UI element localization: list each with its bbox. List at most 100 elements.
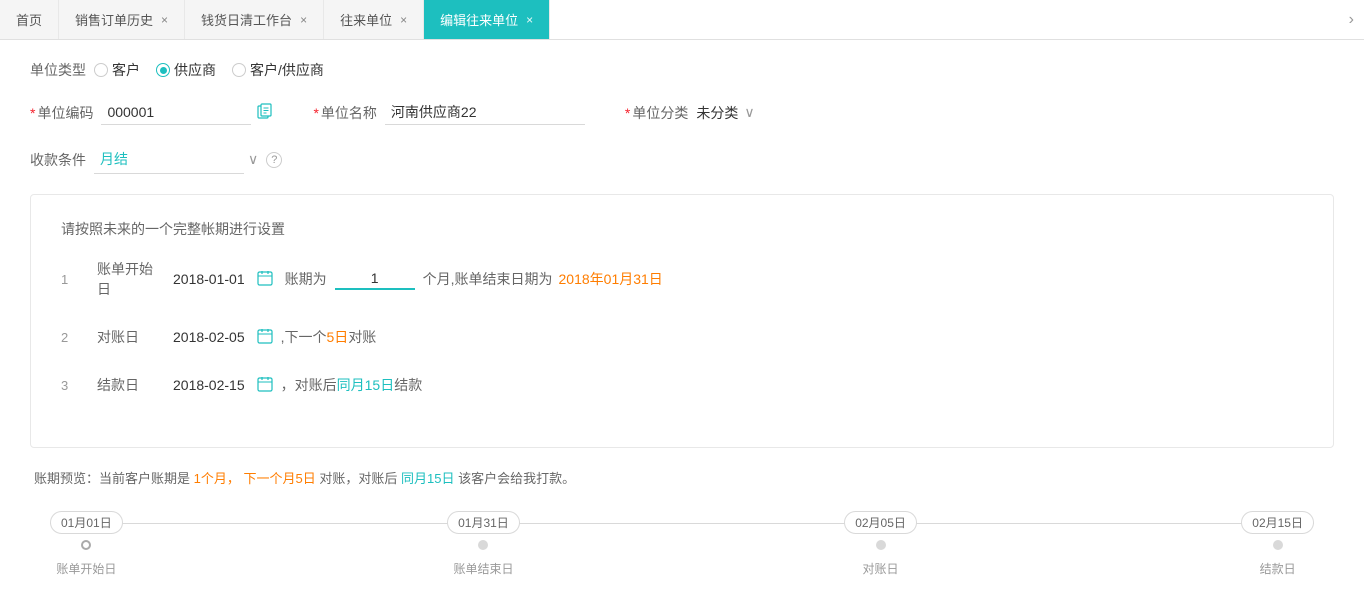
radio-both[interactable]: 客户/供应商 (232, 60, 324, 80)
preview-part3: 对账，对账后 (319, 471, 397, 486)
tab-home[interactable]: 首页 (0, 0, 59, 39)
radio-supplier[interactable]: 供应商 (156, 60, 216, 80)
tabs-scroll-arrow[interactable]: › (1339, 11, 1364, 29)
timeline-badge-3: 02月15日 (1241, 511, 1314, 534)
radio-customer[interactable]: 客户 (94, 60, 140, 80)
payment-select-value: 月结 (94, 145, 244, 174)
timeline-dot-0 (81, 540, 91, 550)
timeline-nodes: 01月01日 账单开始日 01月31日 账单结束日 02月05日 对账日 02月… (50, 511, 1314, 577)
row-date-3: 2018-02-15 (173, 377, 245, 393)
tab-edit-partner-close[interactable]: × (526, 13, 533, 27)
tab-partner[interactable]: 往来单位 × (324, 0, 424, 39)
tab-partner-label: 往来单位 (340, 10, 392, 29)
radio-supplier-label: 供应商 (174, 60, 216, 80)
classify-dropdown-arrow[interactable]: ∨ (744, 104, 754, 121)
unit-classify-label: 单位分类 (632, 103, 688, 123)
timeline-label-0: 账单开始日 (56, 560, 116, 577)
unit-code-label: 单位编码 (37, 103, 93, 123)
preview-part2: 下一个月5日 (244, 471, 316, 486)
row-label-1: 账单开始日 (97, 259, 157, 299)
payment-select-group: 月结 ∨ (94, 145, 258, 174)
code-name-classify-row: * 单位编码 * 单位名称 * 单位分类 未分类 ∨ (30, 100, 1334, 125)
row-num-1: 1 (61, 272, 81, 287)
row-num-2: 2 (61, 330, 81, 345)
row-2-highlight: 5日 (327, 327, 349, 347)
payment-box: 请按照未来的一个完整帐期进行设置 1 账单开始日 2018-01-01 账期为 … (30, 194, 1334, 448)
payment-row-1: 1 账单开始日 2018-01-01 账期为 个月,账单结束日期为 2018年0… (61, 259, 1303, 299)
unit-type-row: 单位类型 客户 供应商 客户/供应商 (30, 60, 1334, 80)
code-required-star: * (30, 105, 35, 121)
row-date-1: 2018-01-01 (173, 271, 245, 287)
row-label-3: 结款日 (97, 375, 157, 395)
unit-code-input[interactable] (101, 100, 251, 125)
preview-part5: 该客户会给我打款。 (458, 471, 575, 486)
payment-row-2: 2 对账日 2018-02-05 ,下一个 5日 对账 (61, 327, 1303, 347)
timeline: 01月01日 账单开始日 01月31日 账单结束日 02月05日 对账日 02月… (30, 511, 1334, 577)
tab-home-label: 首页 (16, 10, 42, 29)
tab-cash-workbench-label: 钱货日清工作台 (201, 10, 292, 29)
timeline-dot-1 (478, 540, 488, 550)
row-period-unit: 个月,账单结束日期为 (423, 269, 553, 289)
main-content: 单位类型 客户 供应商 客户/供应商 * 单位编码 (0, 40, 1364, 608)
row-2-tail: 对账 (348, 327, 376, 347)
row-3-highlight: 同月15日 (337, 375, 395, 395)
unit-name-input[interactable] (385, 100, 585, 125)
radio-supplier-circle (156, 63, 170, 77)
row-period-prefix: 账期为 (285, 269, 327, 289)
unit-code-group: * 单位编码 (30, 100, 273, 125)
timeline-badge-1: 01月31日 (447, 511, 520, 534)
payment-row-3: 3 结款日 2018-02-15 ，对账后 同月15日 结款 (61, 375, 1303, 395)
unit-classify-group: * 单位分类 未分类 ∨ (625, 103, 755, 123)
timeline-node-3: 02月15日 结款日 (1241, 511, 1314, 577)
preview-part1: 1个月， (194, 471, 240, 486)
unit-type-label: 单位类型 (30, 60, 86, 80)
unit-classify-value: 未分类 (696, 103, 738, 123)
row-date-2: 2018-02-05 (173, 329, 245, 345)
code-copy-icon[interactable] (257, 103, 273, 122)
period-months-input[interactable] (335, 268, 415, 290)
preview-section: 账期预览：当前客户账期是 1个月， 下一个月5日 对账，对账后 同月15日 该客… (30, 468, 1334, 487)
timeline-badge-0: 01月01日 (50, 511, 123, 534)
classify-required-star: * (625, 105, 630, 121)
tab-partner-close[interactable]: × (400, 13, 407, 27)
row-calendar-3[interactable] (257, 376, 273, 395)
row-calendar-2[interactable] (257, 328, 273, 347)
unit-name-label: 单位名称 (321, 103, 377, 123)
unit-name-group: * 单位名称 (313, 100, 584, 125)
timeline-label-3: 结款日 (1260, 560, 1296, 577)
radio-customer-label: 客户 (112, 60, 140, 80)
timeline-badge-2: 02月05日 (844, 511, 917, 534)
timeline-dot-2 (876, 540, 886, 550)
timeline-node-1: 01月31日 账单结束日 (447, 511, 520, 577)
payment-condition-row: 收款条件 月结 ∨ ? (30, 145, 1334, 174)
row-label-2: 对账日 (97, 327, 157, 347)
row-calendar-1[interactable] (257, 270, 273, 289)
payment-box-title: 请按照未来的一个完整帐期进行设置 (61, 219, 1303, 239)
radio-both-label: 客户/供应商 (250, 60, 324, 80)
tab-edit-partner[interactable]: 编辑往来单位 × (424, 0, 550, 39)
unit-type-radio-group: 客户 供应商 客户/供应商 (94, 60, 324, 80)
timeline-dot-3 (1273, 540, 1283, 550)
tab-sales-history-close[interactable]: × (161, 13, 168, 27)
tab-cash-workbench-close[interactable]: × (300, 13, 307, 27)
payment-help-icon[interactable]: ? (266, 152, 282, 168)
radio-both-circle (232, 63, 246, 77)
payment-dropdown-arrow[interactable]: ∨ (248, 151, 258, 168)
tab-edit-partner-label: 编辑往来单位 (440, 10, 518, 29)
preview-prefix: 账期预览：当前客户账期是 (34, 471, 190, 486)
tabs-bar: 首页 销售订单历史 × 钱货日清工作台 × 往来单位 × 编辑往来单位 × › (0, 0, 1364, 40)
name-required-star: * (313, 105, 318, 121)
preview-part4: 同月15日 (401, 471, 454, 486)
row-3-prefix: ，对账后 (281, 375, 337, 395)
row-2-prefix: ,下一个 (281, 327, 327, 347)
tab-sales-history-label: 销售订单历史 (75, 10, 153, 29)
row-period-end: 2018年01月31日 (559, 269, 663, 289)
payment-condition-label: 收款条件 (30, 150, 86, 170)
row-3-tail: 结款 (394, 375, 422, 395)
tab-cash-workbench[interactable]: 钱货日清工作台 × (185, 0, 324, 39)
timeline-node-0: 01月01日 账单开始日 (50, 511, 123, 577)
radio-customer-circle (94, 63, 108, 77)
timeline-label-2: 对账日 (863, 560, 899, 577)
row-num-3: 3 (61, 378, 81, 393)
tab-sales-history[interactable]: 销售订单历史 × (59, 0, 185, 39)
